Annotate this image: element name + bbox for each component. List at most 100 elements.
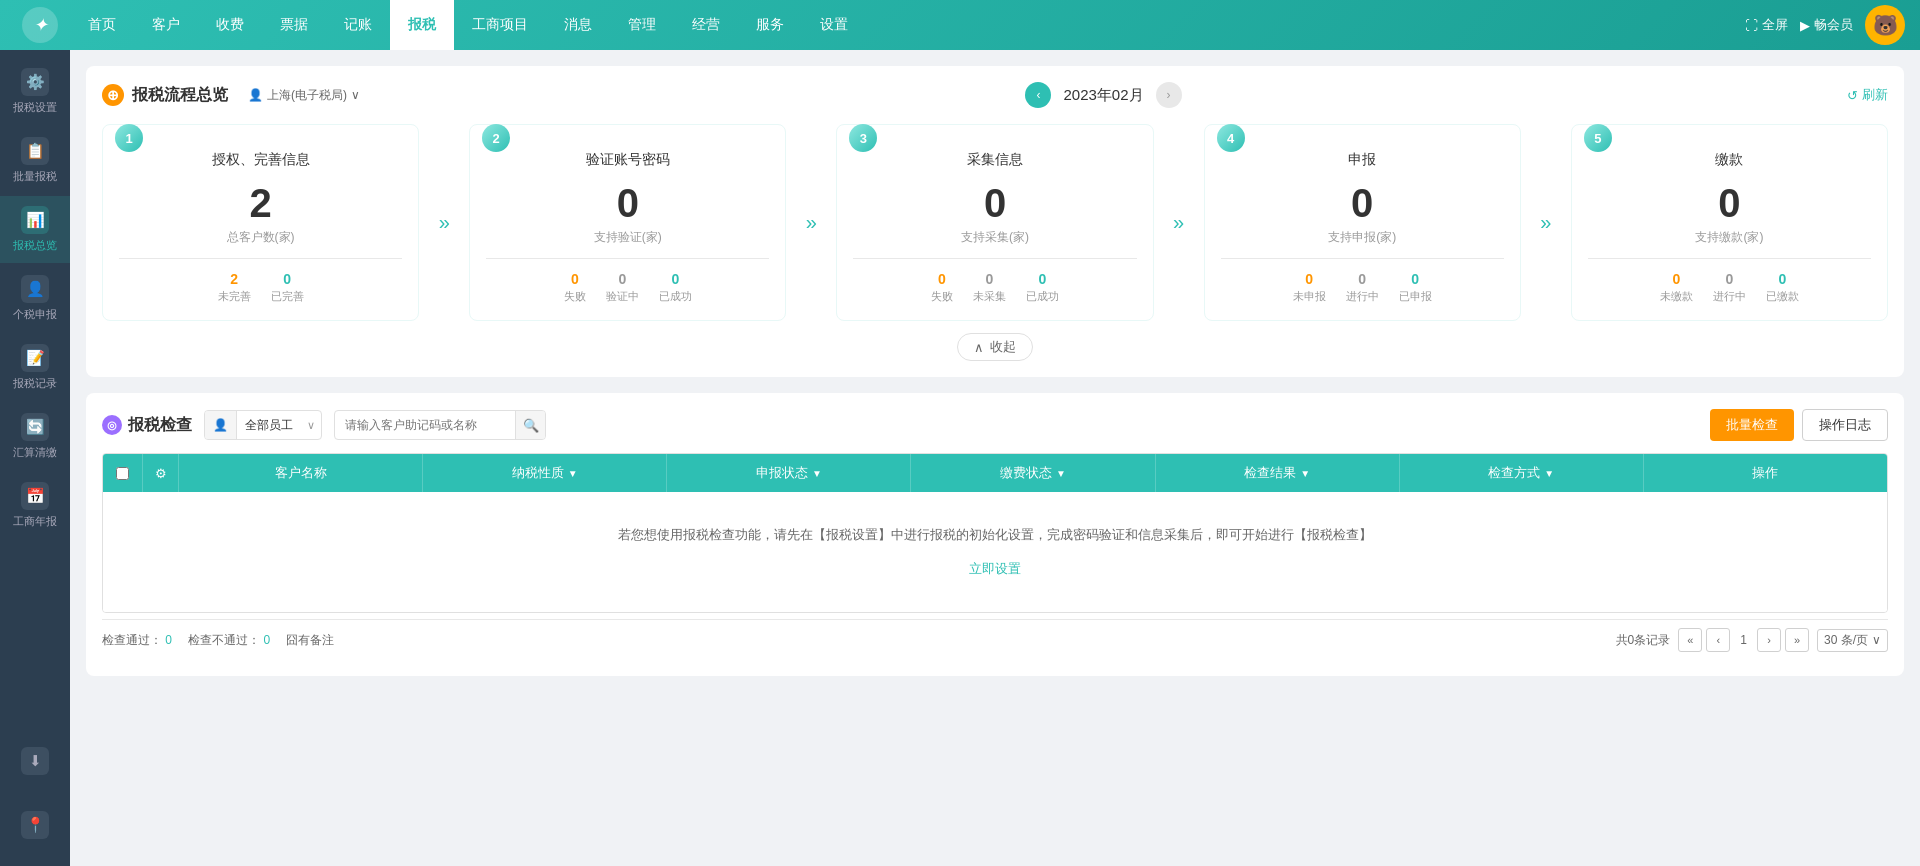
th-declare-status[interactable]: 申报状态 ▼ [667, 454, 911, 492]
stat-label: 未申报 [1293, 289, 1326, 304]
sidebar-item-personal-tax[interactable]: 👤 个税申报 [0, 265, 70, 332]
last-page-button[interactable]: » [1785, 628, 1809, 652]
flow-arrow-2: » [786, 124, 836, 321]
nav-fee[interactable]: 收费 [198, 0, 262, 50]
prev-month-button[interactable]: ‹ [1025, 82, 1051, 108]
location-icon: 👤 [248, 88, 263, 102]
nav-menu: 首页 客户 收费 票据 记账 报税 工商项目 消息 管理 经营 服务 设置 [70, 0, 1745, 50]
first-page-button[interactable]: « [1678, 628, 1702, 652]
stat-num: 0 [571, 271, 579, 287]
stat-num: 0 [671, 271, 679, 287]
stat-num: 2 [230, 271, 238, 287]
stat-item: 0 已缴款 [1766, 271, 1799, 304]
left-sidebar: ⚙️ 报税设置 📋 批量报税 📊 报税总览 👤 个税申报 📝 报税记录 🔄 汇算… [0, 50, 70, 866]
empty-message-container: 若您想使用报税检查功能，请先在【报税设置】中进行报税的初始化设置，完成密码验证和… [618, 522, 1372, 582]
location-badge[interactable]: 👤 上海(电子税局) ∨ [248, 87, 360, 104]
setup-link[interactable]: 立即设置 [969, 561, 1021, 576]
sidebar-item-download[interactable]: ⬇ [17, 730, 53, 792]
stat-item: 0 验证中 [606, 271, 639, 304]
refresh-button[interactable]: ↺ 刷新 [1847, 86, 1888, 104]
stat-num: 0 [938, 271, 946, 287]
sidebar-label-tax-overview: 报税总览 [13, 238, 57, 253]
overview-title-icon: ⊕ [102, 84, 124, 106]
search-input[interactable] [335, 418, 515, 432]
employee-filter-arrow[interactable]: ∨ [301, 419, 321, 432]
fullscreen-icon: ⛶ [1745, 18, 1758, 33]
prev-page-button[interactable]: ‹ [1706, 628, 1730, 652]
header-actions: 批量检查 操作日志 [1710, 409, 1888, 441]
employee-filter-value: 全部员工 [237, 411, 301, 439]
step-badge-5: 5 [1584, 124, 1612, 152]
table-footer: 检查通过： 0 检查不通过： 0 囧有备注 共0条记录 « ‹ 1 [102, 619, 1888, 660]
card-divider-3 [853, 258, 1136, 259]
stat-num: 0 [1779, 271, 1787, 287]
mascot-avatar[interactable]: 🐻 [1865, 5, 1905, 45]
fail-count[interactable]: 0 [263, 633, 270, 647]
nav-right-area: ⛶ 全屏 ▶ 畅会员 🐻 [1745, 5, 1920, 45]
nav-customer[interactable]: 客户 [134, 0, 198, 50]
stat-num: 0 [1039, 271, 1047, 287]
th-gear[interactable]: ⚙ [143, 454, 179, 492]
pass-count[interactable]: 0 [165, 633, 172, 647]
collapse-button[interactable]: ∧ 收起 [957, 333, 1033, 361]
sidebar-item-reconciliation[interactable]: 🔄 汇算清缴 [0, 403, 70, 470]
select-all-checkbox[interactable] [116, 467, 129, 480]
pass-label-text: 检查通过： [102, 633, 162, 647]
th-tax-nature[interactable]: 纳税性质 ▼ [423, 454, 667, 492]
location-chevron: ∨ [351, 88, 360, 102]
nav-tax[interactable]: 报税 [390, 0, 454, 50]
next-month-button[interactable]: › [1156, 82, 1182, 108]
current-page: 1 [1734, 633, 1753, 647]
nav-management[interactable]: 管理 [610, 0, 674, 50]
nav-bookkeeping[interactable]: 记账 [326, 0, 390, 50]
sidebar-item-tax-records[interactable]: 📝 报税记录 [0, 334, 70, 401]
per-page-arrow: ∨ [1872, 633, 1881, 647]
th-check-method-label: 检查方式 [1488, 464, 1540, 482]
sidebar-item-tax-overview[interactable]: 📊 报税总览 [0, 196, 70, 263]
flow-card-2: 2 验证账号密码 0 支持验证(家) 0 失败 0 验证中 [469, 124, 786, 321]
nav-business[interactable]: 工商项目 [454, 0, 546, 50]
nav-home[interactable]: 首页 [70, 0, 134, 50]
vip-button[interactable]: ▶ 畅会员 [1800, 16, 1853, 34]
fullscreen-button[interactable]: ⛶ 全屏 [1745, 16, 1788, 34]
sidebar-item-tax-settings[interactable]: ⚙️ 报税设置 [0, 58, 70, 125]
nav-service[interactable]: 服务 [738, 0, 802, 50]
sidebar-label-annual-report: 工商年报 [13, 514, 57, 529]
card-stats-1: 2 未完善 0 已完善 [119, 271, 402, 304]
th-payment-status[interactable]: 缴费状态 ▼ [911, 454, 1155, 492]
th-check-method[interactable]: 检查方式 ▼ [1400, 454, 1644, 492]
card-title-3: 采集信息 [853, 151, 1136, 169]
search-button[interactable]: 🔍 [515, 411, 545, 439]
sidebar-item-annual-report[interactable]: 📅 工商年报 [0, 472, 70, 539]
operation-log-button[interactable]: 操作日志 [1802, 409, 1888, 441]
month-navigator: ‹ 2023年02月 › [1025, 82, 1181, 108]
filter-icon: ▼ [812, 468, 822, 479]
sidebar-item-location[interactable]: 📍 [17, 794, 53, 856]
nav-operation[interactable]: 经营 [674, 0, 738, 50]
th-check-result[interactable]: 检查结果 ▼ [1156, 454, 1400, 492]
card-number-3: 0 [853, 181, 1136, 225]
nav-message[interactable]: 消息 [546, 0, 610, 50]
batch-check-button[interactable]: 批量检查 [1710, 409, 1794, 441]
next-page-button[interactable]: › [1757, 628, 1781, 652]
stat-num: 0 [1673, 271, 1681, 287]
nav-settings[interactable]: 设置 [802, 0, 866, 50]
stat-item: 0 已成功 [1026, 271, 1059, 304]
sidebar-item-batch-tax[interactable]: 📋 批量报税 [0, 127, 70, 194]
collapse-icon: ∧ [974, 340, 984, 355]
th-checkbox[interactable] [103, 454, 143, 492]
flow-arrow-1: » [419, 124, 469, 321]
per-page-selector[interactable]: 30 条/页 ∨ [1817, 629, 1888, 652]
flow-card-1: 1 授权、完善信息 2 总客户数(家) 2 未完善 0 已完善 [102, 124, 419, 321]
overview-title: ⊕ 报税流程总览 [102, 84, 228, 106]
table-body-empty: 若您想使用报税检查功能，请先在【报税设置】中进行报税的初始化设置，完成密码验证和… [103, 492, 1887, 612]
table-header: ⚙ 客户名称 纳税性质 ▼ 申报状态 ▼ 缴费状态 ▼ [103, 454, 1887, 492]
remark-label: 囧有备注 [286, 632, 334, 649]
employee-filter[interactable]: 👤 全部员工 ∨ [204, 410, 322, 440]
collapse-button-container: ∧ 收起 [102, 333, 1888, 361]
taxcheck-section: ◎ 报税检查 👤 全部员工 ∨ 🔍 批量检查 操作日志 [86, 393, 1904, 676]
sidebar-bottom: ⬇ 📍 [17, 730, 53, 866]
search-box: 🔍 [334, 410, 546, 440]
pass-label: 检查通过： 0 [102, 632, 172, 649]
nav-invoice[interactable]: 票据 [262, 0, 326, 50]
